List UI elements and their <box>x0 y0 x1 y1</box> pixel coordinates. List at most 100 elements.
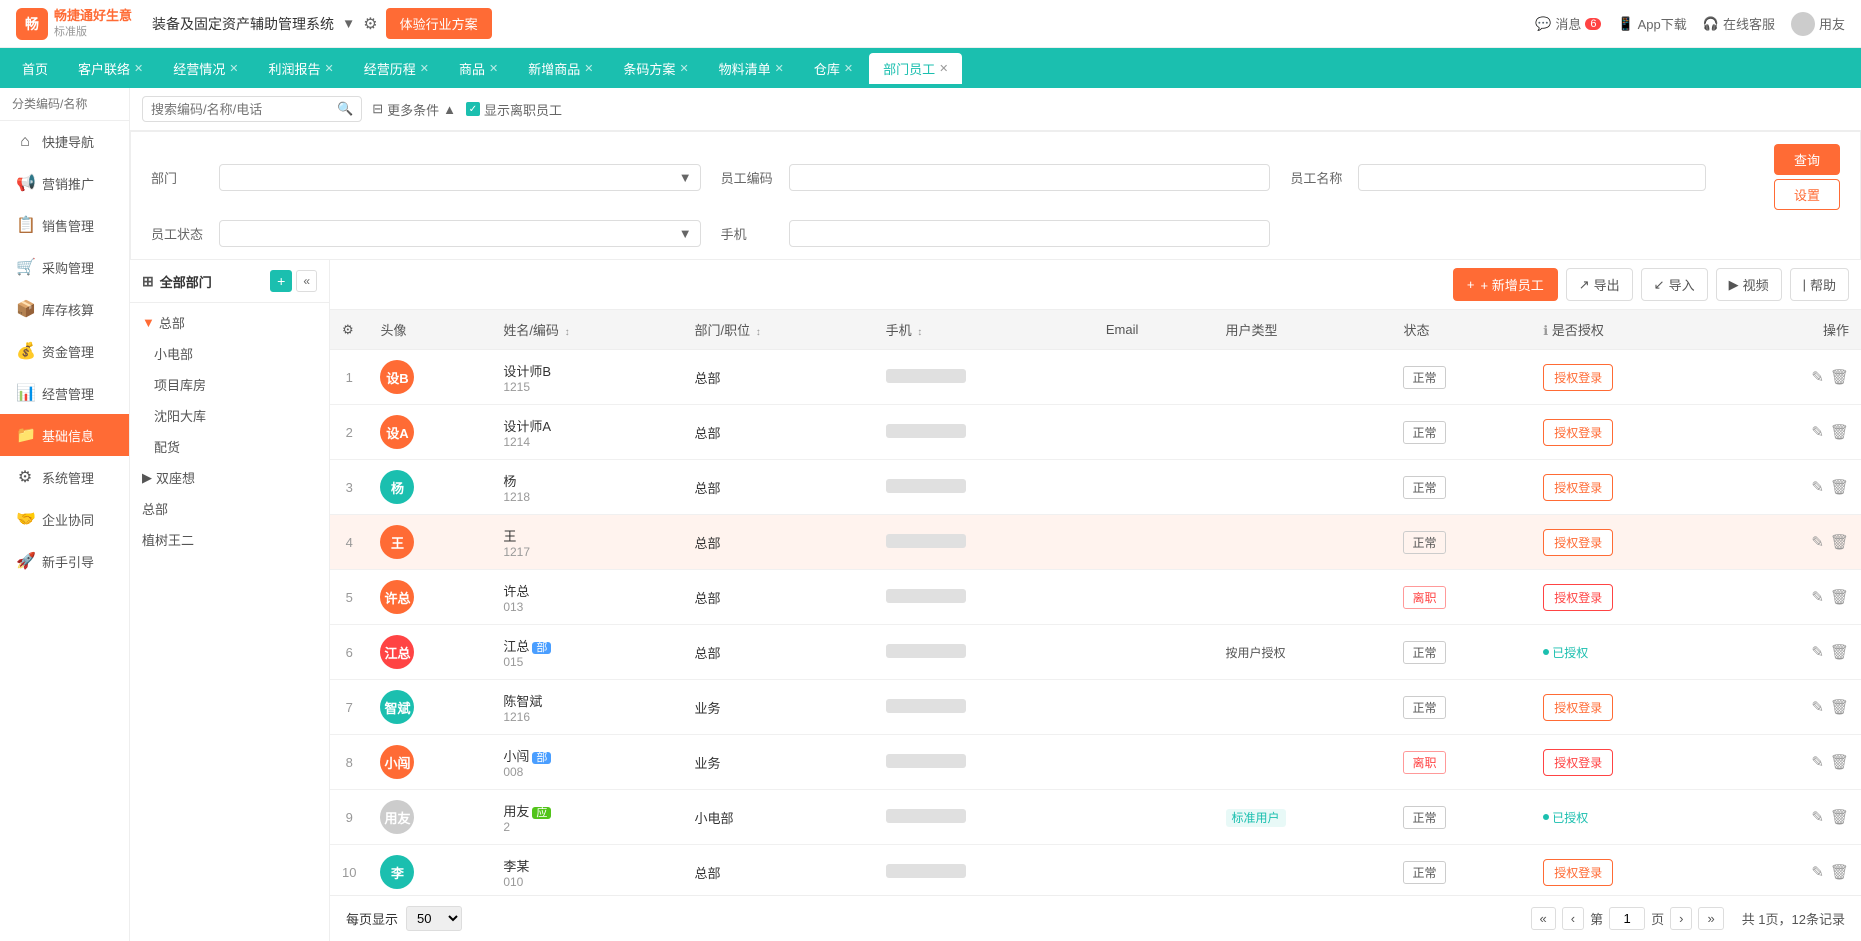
settings-icon[interactable]: ⚙ <box>363 14 377 34</box>
sidebar-item-inventory[interactable]: 📦 库存核算 <box>0 288 129 330</box>
close-tab-bom[interactable]: ✕ <box>775 62 784 75</box>
edit-icon[interactable]: ✎ <box>1811 478 1824 496</box>
auth-button[interactable]: 授权登录 <box>1543 529 1613 556</box>
delete-icon[interactable]: 🗑 <box>1830 643 1849 661</box>
edit-icon[interactable]: ✎ <box>1811 423 1824 441</box>
delete-icon[interactable]: 🗑 <box>1830 808 1849 826</box>
sort-name-icon[interactable]: ↕ <box>565 327 570 338</box>
tab-department[interactable]: 部门员工 ✕ <box>869 53 962 84</box>
search-menu-input[interactable] <box>12 97 130 111</box>
tab-warehouse[interactable]: 仓库 ✕ <box>800 53 867 84</box>
delete-icon[interactable]: 🗑 <box>1830 863 1849 881</box>
tab-barcode[interactable]: 条码方案 ✕ <box>609 53 702 84</box>
status-filter-select[interactable]: ▼ <box>219 220 701 247</box>
close-tab-goods[interactable]: ✕ <box>489 62 498 75</box>
show-resigned-toggle[interactable]: ✓ 显示离职员工 <box>466 100 562 119</box>
tab-operation[interactable]: 经营情况 ✕ <box>159 53 252 84</box>
dept-node-shenyang[interactable]: 沈阳大库 <box>130 400 329 431</box>
auth-button[interactable]: 授权登录 <box>1543 474 1613 501</box>
import-button[interactable]: ↙ 导入 <box>1641 268 1708 301</box>
close-tab-profit[interactable]: ✕ <box>325 62 334 75</box>
messages-button[interactable]: 💬 消息 6 <box>1535 14 1601 33</box>
online-service-button[interactable]: 🎧 在线客服 <box>1703 14 1775 33</box>
delete-icon[interactable]: 🗑 <box>1830 368 1849 386</box>
edit-icon[interactable]: ✎ <box>1811 588 1824 606</box>
first-page-button[interactable]: « <box>1531 907 1556 930</box>
tab-goods[interactable]: 商品 ✕ <box>445 53 512 84</box>
search-button[interactable]: 查询 <box>1774 144 1840 175</box>
sidebar-item-purchase[interactable]: 🛒 采购管理 <box>0 246 129 288</box>
dept-node-project[interactable]: 项目库房 <box>130 369 329 400</box>
app-download-button[interactable]: 📱 App下载 <box>1617 14 1686 33</box>
sidebar-item-sales[interactable]: 📋 销售管理 <box>0 204 129 246</box>
auth-button[interactable]: 授权登录 <box>1543 364 1613 391</box>
dept-filter-select[interactable]: ▼ <box>219 164 701 191</box>
system-title-dropdown[interactable]: ▼ <box>342 16 355 31</box>
more-conditions-button[interactable]: ⊟ 更多条件 ▲ <box>372 100 456 119</box>
sidebar-item-cooperation[interactable]: 🤝 企业协同 <box>0 498 129 540</box>
edit-icon[interactable]: ✎ <box>1811 643 1824 661</box>
last-page-button[interactable]: » <box>1698 907 1723 930</box>
auth-button[interactable]: 授权登录 <box>1543 584 1613 611</box>
edit-icon[interactable]: ✎ <box>1811 808 1824 826</box>
dept-node-xiaodian[interactable]: 小电部 <box>130 338 329 369</box>
show-resigned-checkbox[interactable]: ✓ <box>466 102 480 116</box>
sidebar-item-basic-info[interactable]: 📁 基础信息 <box>0 414 129 456</box>
tab-new-goods[interactable]: 新增商品 ✕ <box>514 53 607 84</box>
edit-icon[interactable]: ✎ <box>1811 698 1824 716</box>
auth-button[interactable]: 授权登录 <box>1543 419 1613 446</box>
close-tab-warehouse[interactable]: ✕ <box>844 62 853 75</box>
page-number-input[interactable] <box>1609 907 1645 930</box>
edit-icon[interactable]: ✎ <box>1811 753 1824 771</box>
dept-add-button[interactable]: + <box>270 270 292 292</box>
dept-node-zonbu-parent[interactable]: ▼ 总部 <box>130 307 329 338</box>
phone-filter-input[interactable] <box>789 220 1271 247</box>
experience-button[interactable]: 体验行业方案 <box>386 8 492 39</box>
settings-col-icon[interactable]: ⚙ <box>342 322 354 337</box>
help-button[interactable]: | 帮助 <box>1790 268 1849 301</box>
auth-button[interactable]: 授权登录 <box>1543 749 1613 776</box>
edit-icon[interactable]: ✎ <box>1811 533 1824 551</box>
tab-profit[interactable]: 利润报告 ✕ <box>254 53 347 84</box>
dept-node-zhishu[interactable]: 植树王二 <box>130 524 329 555</box>
view-button[interactable]: ▶ 视频 <box>1716 268 1782 301</box>
dept-node-shuangzuo[interactable]: ▶ 双座想 <box>130 462 329 493</box>
prev-page-button[interactable]: ‹ <box>1562 907 1584 930</box>
user-avatar[interactable]: 用友 <box>1791 12 1845 36</box>
close-tab-new-goods[interactable]: ✕ <box>584 62 593 75</box>
sidebar-item-quick-nav[interactable]: ⌂ 快捷导航 <box>0 121 129 162</box>
sidebar-item-guide[interactable]: 🚀 新手引导 <box>0 540 129 582</box>
edit-icon[interactable]: ✎ <box>1811 863 1824 881</box>
dept-collapse-button[interactable]: « <box>296 270 317 292</box>
dept-node-zonbu[interactable]: 总部 <box>130 493 329 524</box>
sidebar-item-operation[interactable]: 📊 经营管理 <box>0 372 129 414</box>
close-tab-operation[interactable]: ✕ <box>229 62 238 75</box>
close-tab-journey[interactable]: ✕ <box>420 62 429 75</box>
page-size-select[interactable]: 50 100 <box>406 906 462 931</box>
delete-icon[interactable]: 🗑 <box>1830 698 1849 716</box>
delete-icon[interactable]: 🗑 <box>1830 478 1849 496</box>
sidebar-item-marketing[interactable]: 📢 营销推广 <box>0 162 129 204</box>
sort-phone-icon[interactable]: ↕ <box>917 327 922 338</box>
sidebar-item-system[interactable]: ⚙ 系统管理 <box>0 456 129 498</box>
close-tab-barcode[interactable]: ✕ <box>679 62 688 75</box>
export-button[interactable]: ↗ 导出 <box>1566 268 1633 301</box>
delete-icon[interactable]: 🗑 <box>1830 423 1849 441</box>
auth-button[interactable]: 授权登录 <box>1543 859 1613 886</box>
search-submit-icon[interactable]: 🔍 <box>337 101 353 117</box>
add-employee-button[interactable]: + + 新增员工 <box>1453 268 1558 301</box>
close-tab-customer[interactable]: ✕ <box>134 62 143 75</box>
tab-journey[interactable]: 经营历程 ✕ <box>350 53 443 84</box>
search-input[interactable] <box>151 102 331 117</box>
auth-button[interactable]: 授权登录 <box>1543 694 1613 721</box>
edit-icon[interactable]: ✎ <box>1811 368 1824 386</box>
close-tab-department[interactable]: ✕ <box>939 62 948 75</box>
sidebar-item-finance[interactable]: 💰 资金管理 <box>0 330 129 372</box>
empname-filter-input[interactable] <box>1358 164 1706 191</box>
delete-icon[interactable]: 🗑 <box>1830 533 1849 551</box>
dept-node-peihuo[interactable]: 配货 <box>130 431 329 462</box>
tab-home[interactable]: 首页 <box>8 53 62 84</box>
sort-dept-icon[interactable]: ↕ <box>756 327 761 338</box>
delete-icon[interactable]: 🗑 <box>1830 753 1849 771</box>
tab-customer[interactable]: 客户联络 ✕ <box>64 53 157 84</box>
